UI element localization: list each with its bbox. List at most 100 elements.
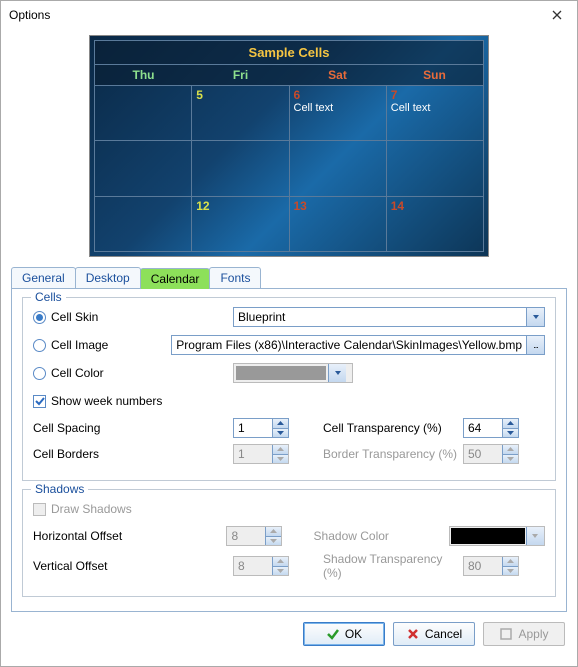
tab-general[interactable]: General bbox=[11, 267, 76, 288]
apply-icon bbox=[499, 627, 513, 641]
cell-color-combo[interactable] bbox=[233, 363, 353, 383]
header-thu: Thu bbox=[95, 65, 192, 85]
vertical-offset-label: Vertical Offset bbox=[33, 559, 233, 573]
draw-shadows-label: Draw Shadows bbox=[51, 502, 132, 516]
cell-image-radio[interactable] bbox=[33, 339, 46, 352]
button-bar: OK Cancel Apply bbox=[1, 616, 577, 656]
chevron-down-icon bbox=[328, 364, 346, 382]
check-icon bbox=[326, 627, 340, 641]
day-number: 6 bbox=[294, 88, 382, 102]
day-number: 5 bbox=[196, 88, 284, 102]
shadow-color-combo bbox=[449, 526, 545, 546]
apply-button: Apply bbox=[483, 622, 565, 646]
cancel-icon bbox=[406, 627, 420, 641]
shadow-color-label: Shadow Color bbox=[314, 529, 449, 543]
cell-spacing-label: Cell Spacing bbox=[33, 421, 233, 435]
calendar-cell bbox=[95, 86, 192, 140]
cell-color-radio[interactable] bbox=[33, 367, 46, 380]
arrow-up-icon bbox=[273, 445, 288, 455]
vertical-offset-spinner: 8 bbox=[233, 556, 289, 576]
cell-borders-label: Cell Borders bbox=[33, 447, 233, 461]
cell-image-label: Cell Image bbox=[51, 338, 108, 352]
arrow-down-icon bbox=[273, 455, 288, 464]
cells-legend: Cells bbox=[31, 290, 66, 304]
close-button[interactable] bbox=[545, 5, 569, 25]
cancel-button[interactable]: Cancel bbox=[393, 622, 475, 646]
cell-transparency-value: 64 bbox=[464, 419, 502, 437]
tab-calendar[interactable]: Calendar bbox=[140, 268, 211, 289]
cell-image-value: Program Files (x86)\Interactive Calendar… bbox=[172, 336, 526, 354]
cell-skin-value: Blueprint bbox=[234, 308, 526, 326]
cell-color-swatch bbox=[236, 366, 326, 380]
cell-transparency-spinner[interactable]: 64 bbox=[463, 418, 519, 438]
tabstrip: GeneralDesktopCalendarFonts bbox=[11, 267, 567, 289]
calendar-cell bbox=[192, 141, 289, 195]
browse-button[interactable]: ... bbox=[526, 336, 544, 354]
shadow-transparency-spinner: 80 bbox=[463, 556, 519, 576]
horizontal-offset-spinner: 8 bbox=[226, 526, 282, 546]
cell-skin-combo[interactable]: Blueprint bbox=[233, 307, 545, 327]
arrow-up-icon[interactable] bbox=[503, 419, 518, 429]
calendar-cell bbox=[95, 197, 192, 251]
preview-grid: 56Cell text7Cell text121314 bbox=[95, 86, 483, 251]
day-number: 13 bbox=[294, 199, 382, 213]
cells-fieldset: Cells Cell Skin Blueprint bbox=[22, 297, 556, 481]
header-sun: Sun bbox=[386, 65, 483, 85]
horizontal-offset-label: Horizontal Offset bbox=[33, 529, 226, 543]
shadow-color-swatch bbox=[451, 528, 525, 544]
day-number: 7 bbox=[391, 88, 479, 102]
header-sat: Sat bbox=[289, 65, 386, 85]
calendar-cell bbox=[95, 141, 192, 195]
calendar-cell bbox=[290, 141, 387, 195]
shadow-transparency-value: 80 bbox=[464, 557, 502, 575]
arrow-down-icon bbox=[503, 567, 518, 576]
calendar-cell: 7Cell text bbox=[387, 86, 483, 140]
tab-fonts[interactable]: Fonts bbox=[209, 267, 261, 288]
shadows-fieldset: Shadows Draw Shadows Horizontal Offset 8 bbox=[22, 489, 556, 597]
day-number: 14 bbox=[391, 199, 479, 213]
border-transparency-spinner: 50 bbox=[463, 444, 519, 464]
close-icon bbox=[552, 10, 562, 20]
border-transparency-value: 50 bbox=[464, 445, 502, 463]
cell-borders-value: 1 bbox=[234, 445, 272, 463]
arrow-down-icon bbox=[273, 567, 288, 576]
arrow-down-icon bbox=[266, 537, 281, 546]
arrow-down-icon[interactable] bbox=[273, 429, 288, 438]
preview-headers: Thu Fri Sat Sun bbox=[95, 65, 483, 86]
show-week-numbers-label: Show week numbers bbox=[51, 394, 162, 408]
cell-skin-label: Cell Skin bbox=[51, 310, 98, 324]
tab-panel: Cells Cell Skin Blueprint bbox=[11, 289, 567, 612]
cell-spacing-value: 1 bbox=[234, 419, 272, 437]
shadow-transparency-label: Shadow Transparency (%) bbox=[323, 552, 463, 580]
calendar-cell: 6Cell text bbox=[290, 86, 387, 140]
tabs-area: GeneralDesktopCalendarFonts Cells Cell S… bbox=[1, 261, 577, 616]
cell-color-label: Cell Color bbox=[51, 366, 104, 380]
vertical-offset-value: 8 bbox=[234, 557, 272, 575]
cell-skin-radio[interactable] bbox=[33, 311, 46, 324]
chevron-down-icon bbox=[526, 308, 544, 326]
options-dialog: Options Sample Cells Thu Fri Sat Sun 56C… bbox=[0, 0, 578, 667]
chevron-down-icon bbox=[526, 527, 544, 545]
tab-desktop[interactable]: Desktop bbox=[75, 267, 141, 288]
cell-image-field[interactable]: Program Files (x86)\Interactive Calendar… bbox=[171, 335, 545, 355]
arrow-down-icon bbox=[503, 455, 518, 464]
preview-title: Sample Cells bbox=[95, 41, 483, 65]
calendar-cell: 5 bbox=[192, 86, 289, 140]
titlebar: Options bbox=[1, 1, 577, 29]
arrow-up-icon bbox=[503, 557, 518, 567]
cell-borders-spinner: 1 bbox=[233, 444, 289, 464]
cell-text: Cell text bbox=[391, 102, 479, 114]
cell-spacing-spinner[interactable]: 1 bbox=[233, 418, 289, 438]
calendar-cell: 13 bbox=[290, 197, 387, 251]
arrow-up-icon[interactable] bbox=[273, 419, 288, 429]
show-week-numbers-checkbox[interactable] bbox=[33, 395, 46, 408]
ok-button[interactable]: OK bbox=[303, 622, 385, 646]
arrow-down-icon[interactable] bbox=[503, 429, 518, 438]
arrow-up-icon bbox=[266, 527, 281, 537]
calendar-preview: Sample Cells Thu Fri Sat Sun 56Cell text… bbox=[89, 35, 489, 257]
header-fri: Fri bbox=[192, 65, 289, 85]
shadows-legend: Shadows bbox=[31, 482, 88, 496]
day-number: 12 bbox=[196, 199, 284, 213]
calendar-cell: 12 bbox=[192, 197, 289, 251]
calendar-cell bbox=[387, 141, 483, 195]
